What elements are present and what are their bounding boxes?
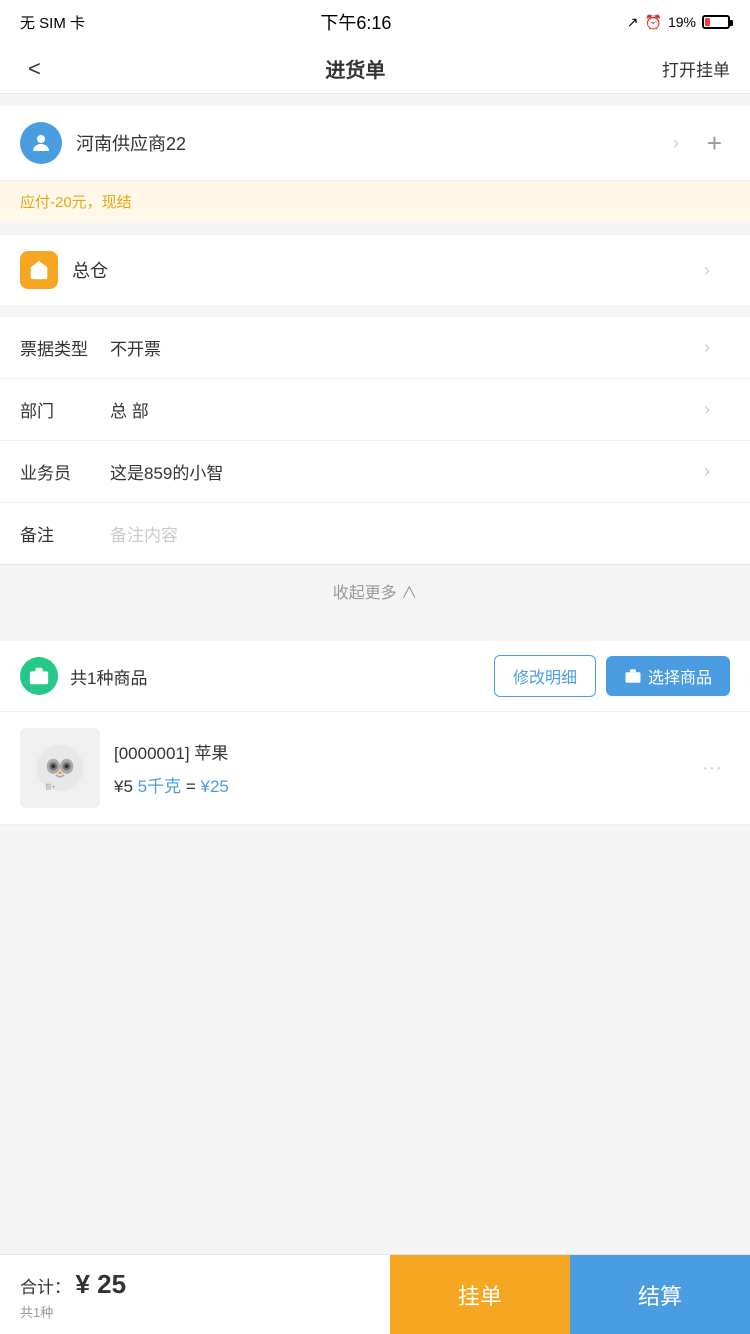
select-product-button[interactable]: 选择商品	[606, 656, 730, 696]
salesperson-label: 业务员	[20, 459, 100, 484]
total-row: 合计： ¥ 25	[20, 1269, 370, 1300]
carrier-label: 无 SIM 卡	[20, 12, 85, 33]
divider-2	[0, 222, 750, 234]
open-pending-button[interactable]: 打开挂单	[662, 56, 730, 81]
checkout-button[interactable]: 结算	[570, 1255, 750, 1334]
bottom-spacer	[0, 825, 750, 925]
invoice-type-label: 票据类型	[20, 335, 100, 360]
product-info: [0000001] 苹果 ¥5 5千克 = ¥25	[114, 739, 694, 797]
product-thumbnail: 普+	[20, 728, 100, 808]
modify-detail-button[interactable]: 修改明细	[494, 655, 596, 697]
warehouse-card: 总仓 ›	[0, 234, 750, 305]
select-product-label: 选择商品	[648, 664, 712, 688]
collapse-bar[interactable]: 收起更多 ∧	[0, 564, 750, 617]
divider-3	[0, 617, 750, 629]
product-count-label: 共1种商品	[70, 664, 494, 689]
location-icon: ↗	[627, 14, 639, 31]
department-chevron-icon: ›	[704, 399, 710, 420]
product-item: 普+ [0000001] 苹果 ¥5 5千克 = ¥25 ···	[0, 712, 750, 825]
remark-row[interactable]: 备注 备注内容	[0, 503, 750, 564]
department-label: 部门	[20, 397, 100, 422]
back-button[interactable]: <	[20, 48, 49, 90]
supplier-chevron-icon: ›	[673, 133, 679, 154]
supplier-row[interactable]: 河南供应商22 › +	[0, 106, 750, 181]
total-count: 共1种	[20, 1302, 370, 1321]
total-label: 合计：	[20, 1278, 71, 1297]
product-header: 共1种商品 修改明细 选择商品	[0, 641, 750, 712]
warehouse-row[interactable]: 总仓 ›	[0, 234, 750, 305]
remark-label: 备注	[20, 521, 100, 546]
warehouse-icon	[20, 251, 58, 289]
salesperson-value: 这是859的小智	[110, 459, 704, 484]
time-label: 下午6:16	[320, 9, 391, 35]
form-section: 票据类型 不开票 › 部门 总 部 › 业务员 这是859的小智 › 备注 备注…	[0, 317, 750, 564]
product-bag-icon	[20, 657, 58, 695]
supplier-avatar	[20, 122, 62, 164]
warehouse-chevron-icon: ›	[704, 260, 710, 281]
product-title: [0000001] 苹果	[114, 739, 694, 764]
bottom-bar: 合计： ¥ 25 共1种 挂单 结算	[0, 1254, 750, 1334]
line-total: ¥25	[201, 777, 229, 796]
warehouse-name: 总仓	[72, 257, 704, 283]
product-more-button[interactable]: ···	[694, 753, 730, 784]
quantity-value: 5千克	[138, 777, 181, 796]
battery-percent: 19%	[668, 14, 696, 30]
invoice-chevron-icon: ›	[704, 337, 710, 358]
notice-bar: 应付-20元，现结	[0, 181, 750, 222]
department-value: 总 部	[110, 397, 704, 422]
add-supplier-button[interactable]: +	[699, 124, 730, 163]
alarm-icon: ⏰	[645, 14, 662, 31]
total-section: 合计： ¥ 25 共1种	[0, 1269, 390, 1321]
hang-order-button[interactable]: 挂单	[390, 1255, 570, 1334]
unit-price: ¥5	[114, 777, 133, 796]
page-title: 进货单	[325, 54, 385, 83]
product-price: ¥5 5千克 = ¥25	[114, 772, 694, 797]
salesperson-row[interactable]: 业务员 这是859的小智 ›	[0, 441, 750, 503]
total-amount: ¥ 25	[75, 1269, 126, 1299]
product-id: [0000001]	[114, 744, 190, 763]
department-row[interactable]: 部门 总 部 ›	[0, 379, 750, 441]
remark-input[interactable]: 备注内容	[110, 521, 730, 546]
status-bar: 无 SIM 卡 下午6:16 ↗ ⏰ 19%	[0, 0, 750, 44]
svg-text:普+: 普+	[45, 782, 56, 791]
status-icons: ↗ ⏰ 19%	[627, 14, 730, 31]
salesperson-chevron-icon: ›	[704, 461, 710, 482]
equals-sign: =	[186, 777, 201, 796]
invoice-type-row[interactable]: 票据类型 不开票 ›	[0, 317, 750, 379]
battery-icon	[702, 15, 730, 29]
supplier-card: 河南供应商22 › + 应付-20元，现结	[0, 106, 750, 222]
invoice-type-value: 不开票	[110, 335, 704, 360]
nav-bar: < 进货单 打开挂单	[0, 44, 750, 94]
supplier-name: 河南供应商22	[76, 130, 673, 156]
divider-1	[0, 94, 750, 106]
product-section: 共1种商品 修改明细 选择商品	[0, 641, 750, 825]
